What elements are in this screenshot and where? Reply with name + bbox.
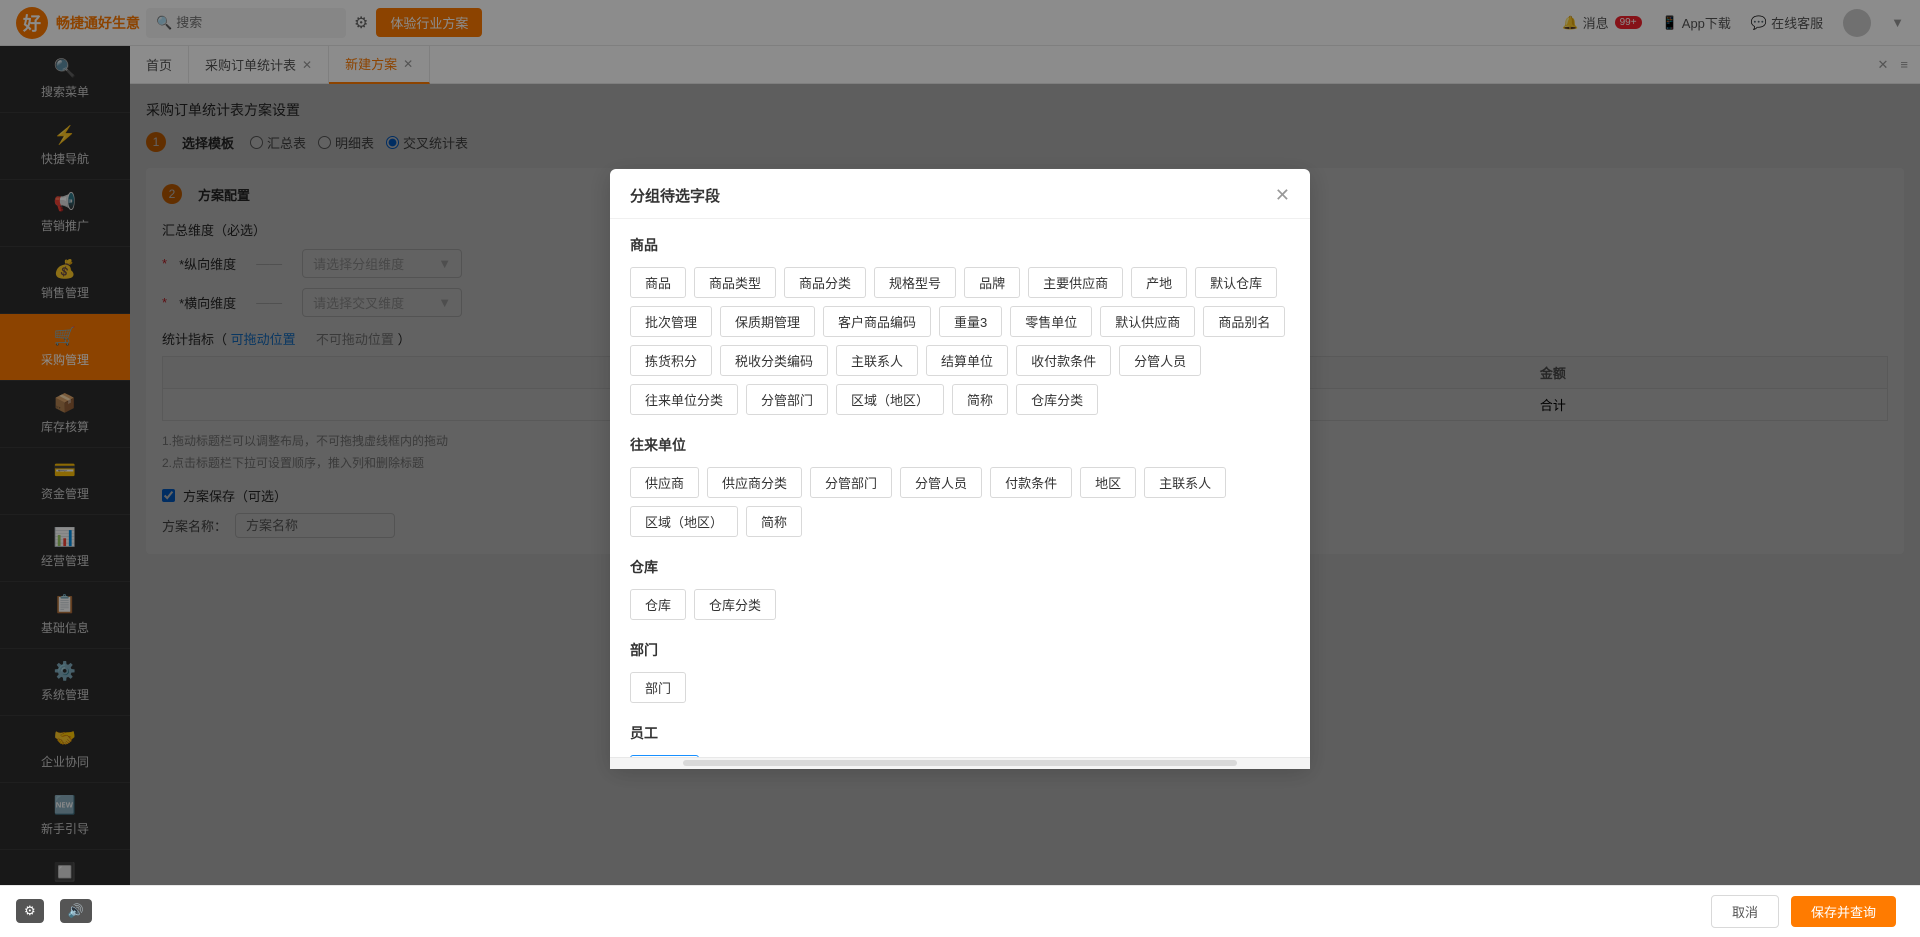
field-tag[interactable]: 主联系人	[1144, 467, 1226, 498]
field-tag[interactable]: 商品别名	[1203, 306, 1285, 337]
field-tag[interactable]: 付款条件	[990, 467, 1072, 498]
field-grid-goods: 商品商品类型商品分类规格型号品牌主要供应商产地默认仓库批次管理保质期管理客户商品…	[630, 267, 1290, 415]
modal-section-staff: 员工业务员	[630, 723, 1290, 758]
field-tag[interactable]: 部门	[630, 672, 686, 703]
modal-body[interactable]: 商品商品商品类型商品分类规格型号品牌主要供应商产地默认仓库批次管理保质期管理客户…	[610, 219, 1310, 758]
field-tag[interactable]: 供应商	[630, 467, 699, 498]
field-tag[interactable]: 仓库分类	[1016, 384, 1098, 415]
field-tag[interactable]: 简称	[746, 506, 802, 537]
modal-section-department: 部门部门	[630, 640, 1290, 703]
modal: 分组待选字段 ✕ 商品商品商品类型商品分类规格型号品牌主要供应商产地默认仓库批次…	[610, 169, 1310, 769]
field-grid-department: 部门	[630, 672, 1290, 703]
field-tag[interactable]: 分管人员	[1119, 345, 1201, 376]
modal-section-title-warehouse: 仓库	[630, 557, 1290, 577]
bottom-left-icons: ⚙ 🔊	[0, 885, 108, 937]
volume-icon[interactable]: 🔊	[60, 899, 92, 923]
hscroll-thumb	[683, 760, 1237, 766]
modal-hscroll[interactable]	[610, 757, 1310, 768]
field-tag[interactable]: 简称	[952, 384, 1008, 415]
field-tag[interactable]: 地区	[1080, 467, 1136, 498]
save-query-button[interactable]: 保存并查询	[1791, 896, 1896, 927]
field-tag[interactable]: 品牌	[964, 267, 1020, 298]
field-tag[interactable]: 分管人员	[900, 467, 982, 498]
field-tag[interactable]: 保质期管理	[720, 306, 815, 337]
field-tag[interactable]: 商品	[630, 267, 686, 298]
field-tag[interactable]: 零售单位	[1010, 306, 1092, 337]
modal-section-title-department: 部门	[630, 640, 1290, 660]
bottom-bar: ⚙ 🔊 取消 保存并查询	[0, 885, 1920, 937]
field-tag[interactable]: 区域（地区）	[836, 384, 944, 415]
field-tag[interactable]: 分管部门	[746, 384, 828, 415]
field-tag[interactable]: 拣货积分	[630, 345, 712, 376]
field-tag[interactable]: 主要供应商	[1028, 267, 1123, 298]
modal-section-title-staff: 员工	[630, 723, 1290, 743]
cancel-button[interactable]: 取消	[1711, 895, 1779, 928]
settings-bottom-icon[interactable]: ⚙	[16, 899, 44, 923]
field-grid-partner: 供应商供应商分类分管部门分管人员付款条件地区主联系人区域（地区） 简称	[630, 467, 1290, 537]
field-tag[interactable]: 商品类型	[694, 267, 776, 298]
field-tag[interactable]: 客户商品编码	[823, 306, 931, 337]
modal-section-title-partner: 往来单位	[630, 435, 1290, 455]
field-tag[interactable]: 产地	[1131, 267, 1187, 298]
field-tag[interactable]: 分管部门	[810, 467, 892, 498]
field-tag[interactable]: 仓库	[630, 589, 686, 620]
field-tag[interactable]: 往来单位分类	[630, 384, 738, 415]
field-tag[interactable]: 商品分类	[784, 267, 866, 298]
field-tag[interactable]: 税收分类编码	[720, 345, 828, 376]
field-tag[interactable]: 区域（地区）	[630, 506, 738, 537]
modal-close-button[interactable]: ✕	[1275, 186, 1290, 204]
field-tag[interactable]: 供应商分类	[707, 467, 802, 498]
field-tag[interactable]: 收付款条件	[1016, 345, 1111, 376]
field-grid-warehouse: 仓库仓库分类	[630, 589, 1290, 620]
field-tag[interactable]: 默认仓库	[1195, 267, 1277, 298]
field-tag[interactable]: 主联系人	[836, 345, 918, 376]
modal-header: 分组待选字段 ✕	[610, 169, 1310, 219]
modal-title: 分组待选字段	[630, 185, 720, 206]
modal-section-title-goods: 商品	[630, 235, 1290, 255]
modal-section-goods: 商品商品商品类型商品分类规格型号品牌主要供应商产地默认仓库批次管理保质期管理客户…	[630, 235, 1290, 415]
modal-section-partner: 往来单位供应商供应商分类分管部门分管人员付款条件地区主联系人区域（地区） 简称	[630, 435, 1290, 537]
field-tag[interactable]: 重量3	[939, 306, 1002, 337]
modal-section-warehouse: 仓库仓库仓库分类	[630, 557, 1290, 620]
field-tag[interactable]: 结算单位	[926, 345, 1008, 376]
field-tag[interactable]: 仓库分类	[694, 589, 776, 620]
field-tag[interactable]: 默认供应商	[1100, 306, 1195, 337]
field-tag[interactable]: 规格型号	[874, 267, 956, 298]
field-tag[interactable]: 批次管理	[630, 306, 712, 337]
